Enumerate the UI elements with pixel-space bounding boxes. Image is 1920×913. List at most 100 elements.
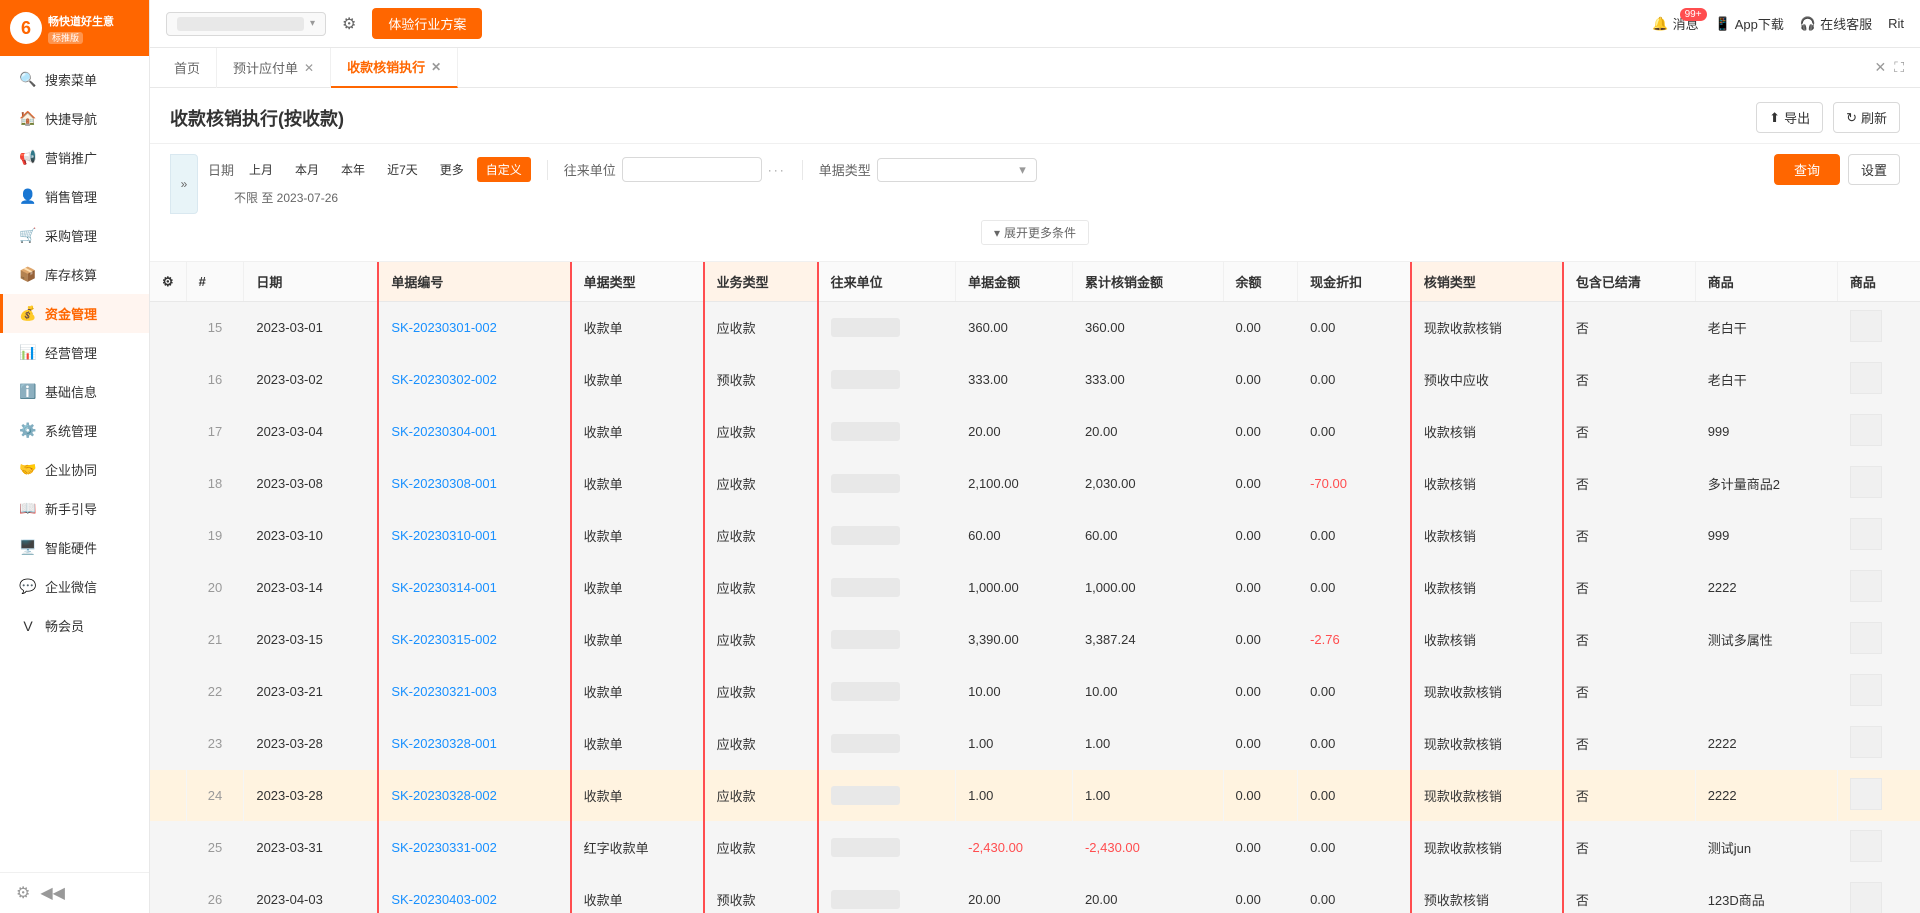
cell-doc-no[interactable]: SK-20230301-002 — [378, 302, 570, 354]
cell-biz-type: 应收款 — [704, 406, 818, 458]
table-row: 232023-03-28SK-20230328-001收款单应收款 1.001.… — [150, 718, 1920, 770]
close-window-icon[interactable]: ✕ — [1874, 59, 1886, 76]
date-btn-this-year[interactable]: 本年 — [332, 157, 374, 182]
cell-balance: 0.00 — [1223, 562, 1298, 614]
company-selector[interactable]: ▾ — [166, 12, 326, 36]
sidebar-item-purchase[interactable]: 🛒 采购管理 — [0, 216, 149, 255]
sidebar-item-basic[interactable]: ℹ️ 基础信息 — [0, 372, 149, 411]
sidebar-item-quicknav[interactable]: 🏠 快捷导航 — [0, 99, 149, 138]
date-btn-last-month[interactable]: 上月 — [240, 157, 282, 182]
cell-amount: 10.00 — [956, 666, 1073, 718]
export-button[interactable]: ⬆ 导出 — [1756, 102, 1823, 133]
cell-date: 2023-03-01 — [244, 302, 378, 354]
sidebar-item-marketing[interactable]: 📢 营销推广 — [0, 138, 149, 177]
sidebar-item-member[interactable]: V 畅会员 — [0, 606, 149, 645]
cell-doc-no[interactable]: SK-20230302-002 — [378, 354, 570, 406]
cell-date: 2023-03-10 — [244, 510, 378, 562]
cell-doc-no[interactable]: SK-20230310-001 — [378, 510, 570, 562]
sidebar-bottom: ⚙ ◀◀ — [0, 872, 149, 913]
cell-amount: 60.00 — [956, 510, 1073, 562]
cell-discount: 0.00 — [1298, 874, 1411, 913]
sidebar-item-sales[interactable]: 👤 销售管理 — [0, 177, 149, 216]
filter-collapse-btn[interactable]: » — [170, 154, 198, 214]
filter-partner: 往来单位 ··· — [564, 157, 786, 182]
settings-button[interactable]: 设置 — [1848, 154, 1900, 185]
sidebar-item-guide[interactable]: 📖 新手引导 — [0, 489, 149, 528]
table-header-row: ⚙ # 日期 单据编号 单据类型 业务类型 往来单位 单据金额 累计核销金额 余… — [150, 262, 1920, 302]
th-product: 商品 — [1695, 262, 1837, 302]
date-btn-this-month[interactable]: 本月 — [286, 157, 328, 182]
sidebar-item-system[interactable]: ⚙️ 系统管理 — [0, 411, 149, 450]
gear-icon[interactable]: ⚙ — [342, 14, 356, 34]
cell-doc-no[interactable]: SK-20230321-003 — [378, 666, 570, 718]
home-icon: 🏠 — [19, 110, 37, 128]
tab-collection-close[interactable]: ✕ — [431, 60, 441, 74]
cell-doc-no[interactable]: SK-20230304-001 — [378, 406, 570, 458]
sidebar-item-finance[interactable]: 💰 资金管理 — [0, 294, 149, 333]
query-button[interactable]: 查询 — [1774, 154, 1840, 185]
cell-doc-no[interactable]: SK-20230403-002 — [378, 874, 570, 913]
cell-row-num: 23 — [186, 718, 244, 770]
tab-home[interactable]: 首页 — [158, 48, 217, 88]
cell-balance: 0.00 — [1223, 458, 1298, 510]
tab-prepay[interactable]: 预计应付单 ✕ — [217, 48, 331, 88]
header-right: 🔔 消息 99+ 📱 App下载 🎧 在线客服 Rit — [1652, 14, 1904, 33]
cell-date: 2023-03-08 — [244, 458, 378, 510]
refresh-button[interactable]: ↻ 刷新 — [1833, 102, 1900, 133]
cell-doc-no[interactable]: SK-20230328-001 — [378, 718, 570, 770]
cell-biz-type: 应收款 — [704, 562, 818, 614]
table-row: 202023-03-14SK-20230314-001收款单应收款 1,000.… — [150, 562, 1920, 614]
cell-row-num: 25 — [186, 822, 244, 874]
notice-button[interactable]: 🔔 消息 99+ — [1652, 14, 1698, 33]
cell-doc-no[interactable]: SK-20230315-002 — [378, 614, 570, 666]
cell-doc-no[interactable]: SK-20230328-002 — [378, 770, 570, 822]
expand-filter-area: ▾ 展开更多条件 — [170, 214, 1900, 251]
online-service-button[interactable]: 🎧 在线客服 — [1800, 14, 1872, 33]
cell-date: 2023-03-04 — [244, 406, 378, 458]
tab-collection[interactable]: 收款核销执行 ✕ — [331, 48, 458, 88]
sidebar-item-hardware[interactable]: 🖥️ 智能硬件 — [0, 528, 149, 567]
partner-more-icon[interactable]: ··· — [768, 163, 786, 177]
cell-doc-type: 收款单 — [571, 614, 704, 666]
cell-doc-no[interactable]: SK-20230331-002 — [378, 822, 570, 874]
expand-conditions-button[interactable]: ▾ 展开更多条件 — [981, 220, 1089, 245]
filter-date: 日期 上月 本月 本年 近7天 更多 自定义 — [208, 157, 531, 182]
cell-discount: 0.00 — [1298, 406, 1411, 458]
sidebar-item-inventory[interactable]: 📦 库存核算 — [0, 255, 149, 294]
sidebar-item-search[interactable]: 🔍 搜索菜单 — [0, 60, 149, 99]
cell-cancel-type: 收款核销 — [1411, 614, 1563, 666]
industry-solution-button[interactable]: 体验行业方案 — [372, 8, 482, 39]
partner-input[interactable] — [622, 157, 762, 182]
date-btn-7days[interactable]: 近7天 — [378, 157, 427, 182]
cell-cumulative: 1.00 — [1072, 718, 1223, 770]
maximize-window-icon[interactable]: ⛶ — [1894, 59, 1904, 76]
date-btn-more[interactable]: 更多 — [431, 157, 473, 182]
cell-doc-no[interactable]: SK-20230314-001 — [378, 562, 570, 614]
cell-product: 123D商品 — [1695, 874, 1837, 913]
sidebar-item-operations[interactable]: 📊 经营管理 — [0, 333, 149, 372]
cell-doc-no[interactable]: SK-20230308-001 — [378, 458, 570, 510]
th-settings[interactable]: ⚙ — [150, 262, 186, 302]
cell-row-num: 16 — [186, 354, 244, 406]
cell-cumulative: 1,000.00 — [1072, 562, 1223, 614]
date-btn-custom[interactable]: 自定义 — [477, 157, 531, 182]
table-container: ⚙ # 日期 单据编号 单据类型 业务类型 往来单位 单据金额 累计核销金额 余… — [150, 262, 1920, 913]
company-selector-text — [177, 17, 304, 31]
sidebar-item-enterprise[interactable]: 🤝 企业协同 — [0, 450, 149, 489]
page-header-actions: ⬆ 导出 ↻ 刷新 — [1756, 102, 1900, 133]
cell-product-img — [1837, 562, 1920, 614]
cell-row-num: 21 — [186, 614, 244, 666]
settings-bottom-icon[interactable]: ⚙ — [16, 883, 30, 903]
sidebar-item-wechat[interactable]: 💬 企业微信 — [0, 567, 149, 606]
app-download-button[interactable]: 📱 App下载 — [1715, 14, 1784, 33]
table-body: 152023-03-01SK-20230301-002收款单应收款 360.00… — [150, 302, 1920, 913]
user-info[interactable]: Rit — [1888, 16, 1904, 31]
cell-product-img — [1837, 354, 1920, 406]
th-row-num: # — [186, 262, 244, 302]
inventory-icon: 📦 — [19, 266, 37, 284]
collapse-icon[interactable]: ◀◀ — [40, 883, 65, 903]
tab-prepay-close[interactable]: ✕ — [304, 61, 314, 75]
cell-amount: -2,430.00 — [956, 822, 1073, 874]
cell-product: 2222 — [1695, 718, 1837, 770]
cell-doc-type: 收款单 — [571, 666, 704, 718]
